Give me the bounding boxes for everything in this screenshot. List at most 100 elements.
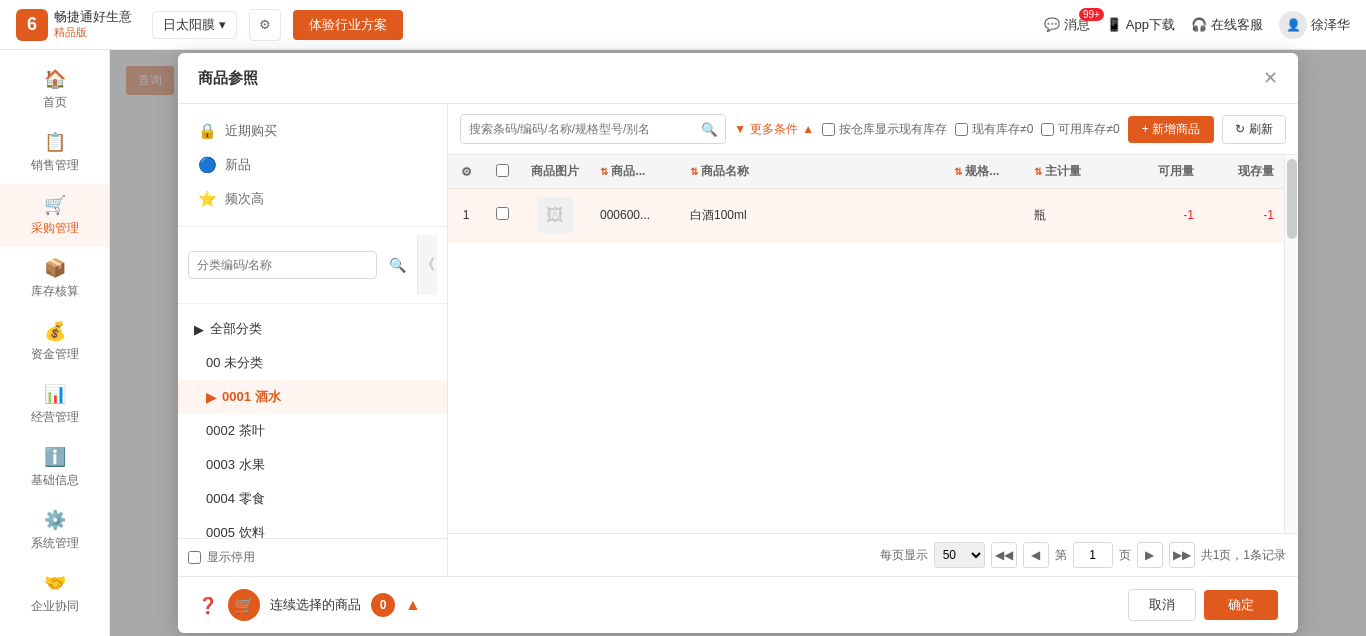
messages-badge: 99+	[1079, 8, 1104, 21]
table-scrollbar[interactable]	[1284, 155, 1298, 533]
quick-recent-purchase[interactable]: 🔒 近期购买	[188, 114, 437, 148]
logo-char: 6	[27, 14, 37, 35]
cat-all[interactable]: ▶ 全部分类	[178, 312, 447, 346]
cat-arrow-0001: ▶	[206, 390, 216, 405]
add-product-button[interactable]: + 新增商品	[1128, 116, 1214, 143]
select-all-checkbox[interactable]	[496, 164, 509, 177]
cat-0003[interactable]: 0003 水果	[178, 448, 447, 482]
basic-icon: ℹ️	[44, 446, 66, 468]
row-code: 000600...	[600, 208, 650, 222]
next-page-button[interactable]: ▶	[1137, 542, 1163, 568]
per-page-select[interactable]: 50 10 20 100	[934, 542, 985, 568]
cat-arrow-all: ▶	[194, 322, 204, 337]
footer-right: 取消 确定	[1128, 589, 1278, 621]
quick-new-products[interactable]: 🔵 新品	[188, 148, 437, 182]
sidebar-item-basic[interactable]: ℹ️ 基础信息	[0, 436, 109, 499]
sidebar-label-inventory: 库存核算	[31, 283, 79, 300]
dialog-close-button[interactable]: ✕	[1263, 67, 1278, 89]
cat-label-0005: 0005 饮料	[206, 524, 265, 538]
row-avail: -1	[1183, 208, 1194, 222]
cat-0004[interactable]: 0004 零食	[178, 482, 447, 516]
prev-page-button[interactable]: ◀	[1023, 542, 1049, 568]
star-icon: ⭐	[198, 190, 217, 208]
col-spec-header[interactable]: ⇅ 规格...	[944, 155, 1024, 189]
cat-label-0003: 0003 水果	[206, 456, 265, 474]
service-btn[interactable]: 🎧 在线客服	[1191, 16, 1263, 34]
product-search-input[interactable]	[461, 122, 693, 136]
product-image: 🖼	[537, 197, 573, 233]
messages-btn[interactable]: 💬 消息 99+	[1044, 16, 1090, 34]
row-avail-cell: -1	[1104, 189, 1204, 242]
product-search-button[interactable]: 🔍	[693, 114, 725, 144]
filter-by-warehouse-checkbox[interactable]	[822, 123, 835, 136]
sort-icon-code: ⇅	[600, 166, 608, 177]
sidebar-item-sales[interactable]: 📋 销售管理	[0, 121, 109, 184]
filter-icon: ▼	[734, 122, 746, 136]
cancel-button[interactable]: 取消	[1128, 589, 1196, 621]
last-page-button[interactable]: ▶▶	[1169, 542, 1195, 568]
help-icon[interactable]: ❓	[198, 596, 218, 615]
operations-icon: 📊	[44, 383, 66, 405]
refresh-label: 刷新	[1249, 121, 1273, 138]
sidebar-label-purchase: 采购管理	[31, 220, 79, 237]
category-search-button[interactable]: 🔍	[383, 251, 411, 279]
cart-icon-btn[interactable]: 🛒	[228, 589, 260, 621]
trial-button[interactable]: 体验行业方案	[293, 10, 403, 40]
col-settings[interactable]: ⚙	[448, 155, 484, 189]
filter-bar: 🔍 ▼ 更多条件 ▲ 按仓库显示现有库存	[448, 104, 1298, 155]
filter-stock-nonzero-checkbox[interactable]	[955, 123, 968, 136]
col-name-header[interactable]: ⇅ 商品名称	[680, 155, 944, 189]
chevron-down-icon: ▾	[219, 17, 226, 32]
sidebar-item-system[interactable]: ⚙️ 系统管理	[0, 499, 109, 562]
category-search-input[interactable]	[188, 251, 377, 279]
cat-0005[interactable]: 0005 饮料	[178, 516, 447, 538]
col-code-header[interactable]: ⇅ 商品...	[590, 155, 680, 189]
sidebar-item-finance[interactable]: 💰 资金管理	[0, 310, 109, 373]
cat-0002[interactable]: 0002 茶叶	[178, 414, 447, 448]
page-label-prefix: 第	[1055, 547, 1067, 564]
sidebar-item-inventory[interactable]: 📦 库存核算	[0, 247, 109, 310]
sidebar-item-home[interactable]: 🏠 首页	[0, 58, 109, 121]
store-selector[interactable]: 日太阳膜 ▾	[152, 11, 237, 39]
app-download-btn[interactable]: 📱 App下载	[1106, 16, 1175, 34]
table-head: ⚙ 商品图片 ⇅	[448, 155, 1284, 189]
scrollbar-thumb[interactable]	[1287, 159, 1297, 239]
row-unit-cell: 瓶	[1024, 189, 1104, 242]
col-unit-header[interactable]: ⇅ 主计量	[1024, 155, 1104, 189]
panel-collapse-button[interactable]: 《	[417, 235, 437, 295]
sidebar-item-collab[interactable]: 🤝 企业协同	[0, 562, 109, 625]
footer-left: ❓ 🛒 连续选择的商品 0 ▲	[198, 589, 1116, 621]
app-label: App下载	[1126, 16, 1175, 34]
collapse-up-button[interactable]: ▲	[405, 596, 421, 614]
sidebar-item-guide[interactable]: 🎯 新手引导	[0, 625, 109, 636]
col-code-label: 商品...	[611, 164, 645, 178]
cat-0001[interactable]: ▶ 0001 酒水	[178, 380, 447, 414]
cat-uncategorized[interactable]: 00 未分类	[178, 346, 447, 380]
first-page-button[interactable]: ◀◀	[991, 542, 1017, 568]
col-avail-header: 可用量	[1104, 155, 1204, 189]
page-number-input[interactable]	[1073, 542, 1113, 568]
refresh-button[interactable]: ↻ 刷新	[1222, 115, 1286, 144]
settings-btn[interactable]: ⚙	[249, 9, 281, 41]
nav-right: 💬 消息 99+ 📱 App下载 🎧 在线客服 👤 徐泽华	[1044, 11, 1350, 39]
logo-icon: 6	[16, 9, 48, 41]
more-filters-btn[interactable]: ▼ 更多条件 ▲	[734, 121, 814, 138]
username: 徐泽华	[1311, 16, 1350, 34]
quick-frequent[interactable]: ⭐ 频次高	[188, 182, 437, 216]
cat-label-uncategorized: 00 未分类	[206, 354, 263, 372]
cat-label-0001: 0001 酒水	[222, 388, 281, 406]
sidebar-item-operations[interactable]: 📊 经营管理	[0, 373, 109, 436]
filter-stock-nonzero-label: 现有库存≠0	[955, 121, 1033, 138]
confirm-button[interactable]: 确定	[1204, 590, 1278, 620]
filter-avail-nonzero-checkbox[interactable]	[1041, 123, 1054, 136]
cat-label-all: 全部分类	[210, 320, 262, 338]
chevron-up-icon: ▲	[802, 122, 814, 136]
gear-icon: ⚙	[259, 17, 271, 32]
show-disabled-checkbox[interactable]	[188, 551, 201, 564]
sidebar-item-purchase[interactable]: 🛒 采购管理	[0, 184, 109, 247]
right-panel: 🔍 ▼ 更多条件 ▲ 按仓库显示现有库存	[448, 104, 1298, 576]
user-menu[interactable]: 👤 徐泽华	[1279, 11, 1350, 39]
row-checkbox[interactable]	[496, 207, 509, 220]
left-panel: 🔒 近期购买 🔵 新品 ⭐ 频次高	[178, 104, 448, 576]
table-row[interactable]: 1 🖼 000600...	[448, 189, 1284, 242]
